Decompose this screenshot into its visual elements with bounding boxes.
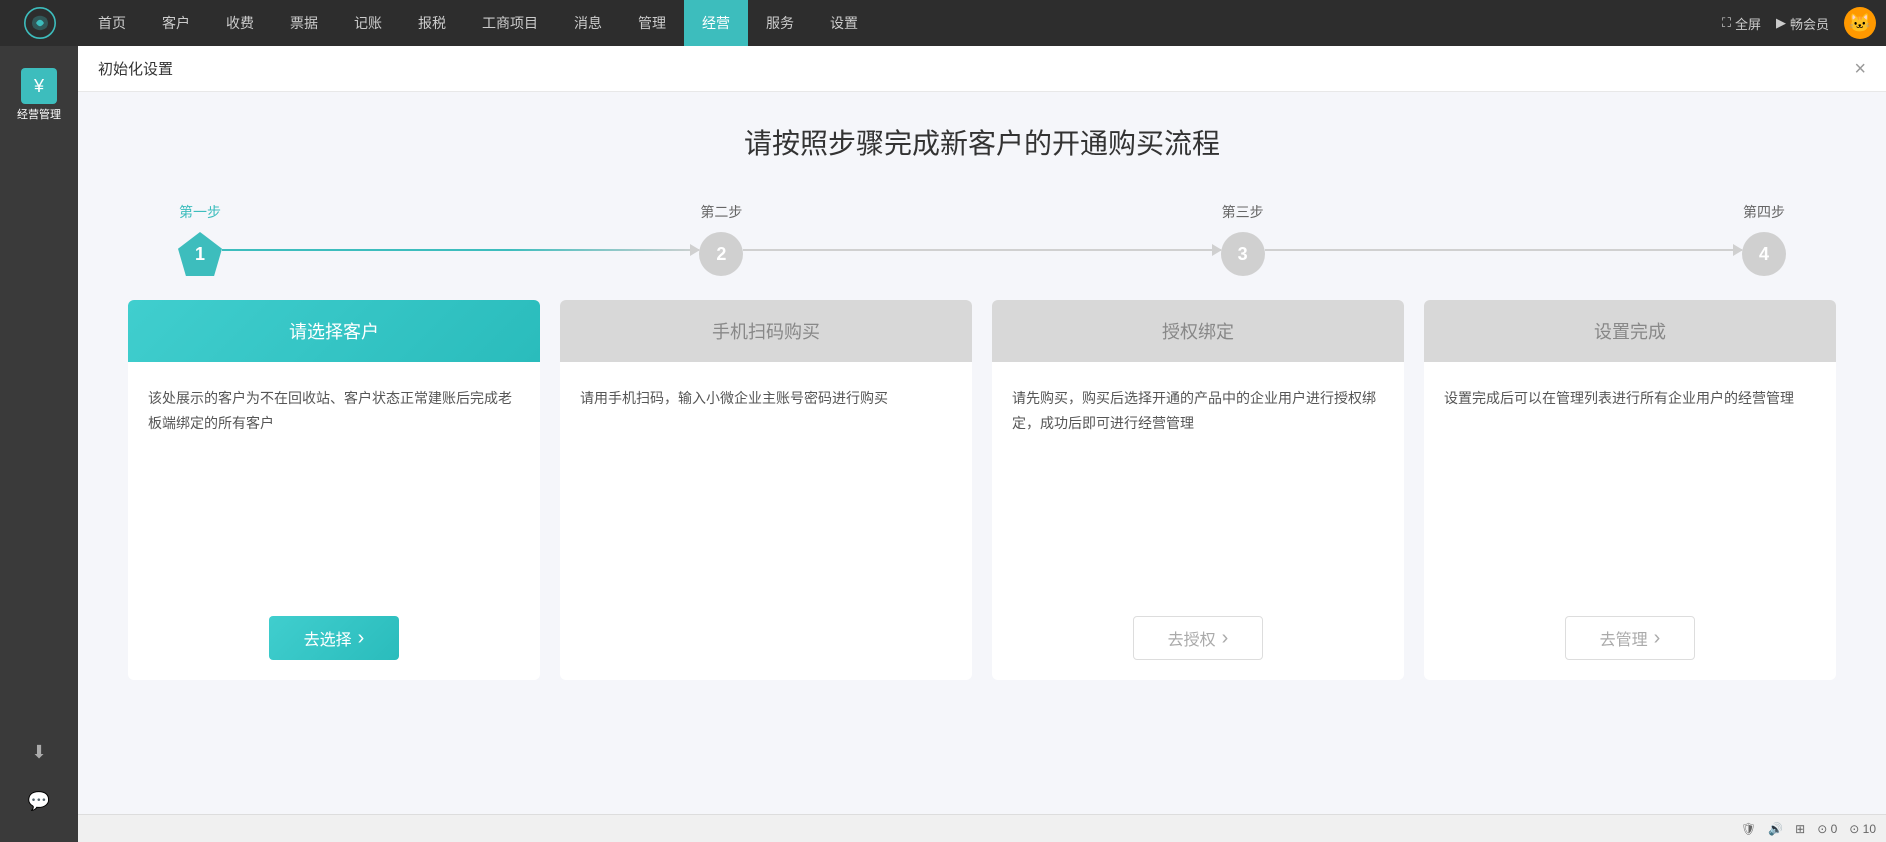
step-1: 第一步 1	[178, 202, 222, 276]
card-scan-buy: 手机扫码购买 请用手机扫码，输入小微企业主账号密码进行购买	[560, 300, 972, 680]
card-4-footer: 去管理 ›	[1424, 596, 1836, 680]
nav-right: ⛶ 全屏 ▶ 畅会员 🐱	[1722, 7, 1876, 39]
cards-row: 请选择客户 该处展示的客户为不在回收站、客户状态正常建账后完成老板端绑定的所有客…	[118, 300, 1846, 680]
nav-item-account[interactable]: 记账	[336, 0, 400, 46]
nav-item-message[interactable]: 消息	[556, 0, 620, 46]
step-2-circle: 2	[699, 232, 743, 276]
step-2: 第二步 2	[699, 202, 743, 276]
card-2-footer	[560, 640, 972, 680]
nav-item-fee[interactable]: 收费	[208, 0, 272, 46]
step-3-circle: 3	[1221, 232, 1265, 276]
nav-item-bill[interactable]: 票据	[272, 0, 336, 46]
card-2-body: 请用手机扫码，输入小微企业主账号密码进行购买	[560, 362, 972, 640]
nav-item-customer[interactable]: 客户	[144, 0, 208, 46]
step-2-label: 第二步	[700, 202, 742, 222]
status-sound-icon: 🔊	[1768, 822, 1783, 836]
step-1-circle: 1	[178, 232, 222, 276]
go-authorize-label: 去授权	[1168, 626, 1216, 650]
member-label: 畅会员	[1790, 14, 1829, 33]
go-select-label: 去选择	[304, 626, 352, 650]
page-title: 初始化设置	[98, 58, 173, 79]
status-shield-icon: 🛡	[1741, 822, 1756, 836]
close-button[interactable]: ×	[1854, 59, 1866, 79]
step-4-circle: 4	[1742, 232, 1786, 276]
nav-item-home[interactable]: 首页	[80, 0, 144, 46]
nav-logo	[10, 7, 70, 39]
card-1-footer: 去选择 ›	[128, 596, 540, 680]
nav-item-biz[interactable]: 工商项目	[464, 0, 556, 46]
go-authorize-button[interactable]: 去授权 ›	[1133, 616, 1263, 660]
go-manage-button[interactable]: 去管理 ›	[1565, 616, 1695, 660]
sidebar-bottom: ⬇ 💬	[0, 732, 78, 842]
go-authorize-arrow: ›	[1222, 627, 1229, 650]
support-icon: 💬	[28, 791, 50, 812]
card-3-header: 授权绑定	[992, 300, 1404, 362]
status-count-10: ⊙ 10	[1849, 822, 1876, 836]
go-select-button[interactable]: 去选择 ›	[269, 616, 399, 660]
fullscreen-button[interactable]: ⛶ 全屏	[1722, 14, 1761, 33]
card-select-customer: 请选择客户 该处展示的客户为不在回收站、客户状态正常建账后完成老板端绑定的所有客…	[128, 300, 540, 680]
step-connector-3	[1265, 249, 1742, 251]
sidebar-support-button[interactable]: 💬	[0, 781, 78, 822]
fullscreen-label: 全屏	[1735, 14, 1761, 33]
step-4-label: 第四步	[1743, 202, 1785, 222]
user-avatar[interactable]: 🐱	[1844, 7, 1876, 39]
nav-item-settings[interactable]: 设置	[812, 0, 876, 46]
nav-items: 首页 客户 收费 票据 记账 报税 工商项目 消息 管理 经营 服务 设置	[80, 0, 1722, 46]
card-authorize: 授权绑定 请先购买，购买后选择开通的产品中的企业用户进行授权绑定，成功后即可进行…	[992, 300, 1404, 680]
sidebar-download-button[interactable]: ⬇	[0, 732, 78, 773]
nav-item-operation[interactable]: 经营	[684, 0, 748, 46]
card-2-header: 手机扫码购买	[560, 300, 972, 362]
go-select-arrow: ›	[358, 627, 365, 650]
go-manage-arrow: ›	[1654, 627, 1661, 650]
step-4: 第四步 4	[1742, 202, 1786, 276]
card-1-body: 该处展示的客户为不在回收站、客户状态正常建账后完成老板端绑定的所有客户	[128, 362, 540, 596]
nav-item-tax[interactable]: 报税	[400, 0, 464, 46]
step-connector-1	[222, 249, 699, 251]
card-4-body: 设置完成后可以在管理列表进行所有企业用户的经营管理	[1424, 362, 1836, 596]
go-manage-label: 去管理	[1600, 626, 1648, 650]
card-1-header: 请选择客户	[128, 300, 540, 362]
card-4-header: 设置完成	[1424, 300, 1836, 362]
card-complete: 设置完成 设置完成后可以在管理列表进行所有企业用户的经营管理 去管理 ›	[1424, 300, 1836, 680]
nav-item-manage[interactable]: 管理	[620, 0, 684, 46]
step-3-label: 第三步	[1222, 202, 1264, 222]
step-1-label: 第一步	[179, 202, 221, 222]
operation-icon: ¥	[21, 68, 57, 104]
sidebar: ¥ 经营管理 ⬇ 💬	[0, 46, 78, 842]
play-icon: ▶	[1776, 15, 1786, 31]
page-header: 初始化设置 ×	[78, 46, 1886, 92]
card-3-footer: 去授权 ›	[992, 596, 1404, 680]
step-connector-2	[743, 249, 1220, 251]
main-content: 初始化设置 × 请按照步骤完成新客户的开通购买流程 第一步 1 第二步 2	[78, 46, 1886, 814]
sidebar-item-operation[interactable]: ¥ 经营管理	[0, 56, 78, 134]
inner-page: 请按照步骤完成新客户的开通购买流程 第一步 1 第二步 2 第三步	[78, 92, 1886, 814]
step-3: 第三步 3	[1221, 202, 1265, 276]
nav-item-service[interactable]: 服务	[748, 0, 812, 46]
main-title: 请按照步骤完成新客户的开通购买流程	[118, 122, 1846, 162]
status-count-0: ⊙ 0	[1817, 822, 1837, 836]
status-right: 🛡 🔊 ⊞ ⊙ 0 ⊙ 10	[1741, 822, 1876, 836]
download-icon: ⬇	[31, 742, 46, 763]
status-grid-icon: ⊞	[1795, 822, 1805, 836]
steps-row: 第一步 1 第二步 2 第三步 3	[118, 202, 1846, 276]
member-button[interactable]: ▶ 畅会员	[1776, 14, 1829, 33]
card-3-body: 请先购买，购买后选择开通的产品中的企业用户进行授权绑定，成功后即可进行经营管理	[992, 362, 1404, 596]
status-bar: ▶ 完成 🛡 🔊 ⊞ ⊙ 0 ⊙ 10	[0, 814, 1886, 842]
sidebar-item-label: 经营管理	[17, 108, 61, 122]
fullscreen-icon: ⛶	[1722, 15, 1731, 31]
top-nav: 首页 客户 收费 票据 记账 报税 工商项目 消息 管理 经营 服务 设置 ⛶ …	[0, 0, 1886, 46]
